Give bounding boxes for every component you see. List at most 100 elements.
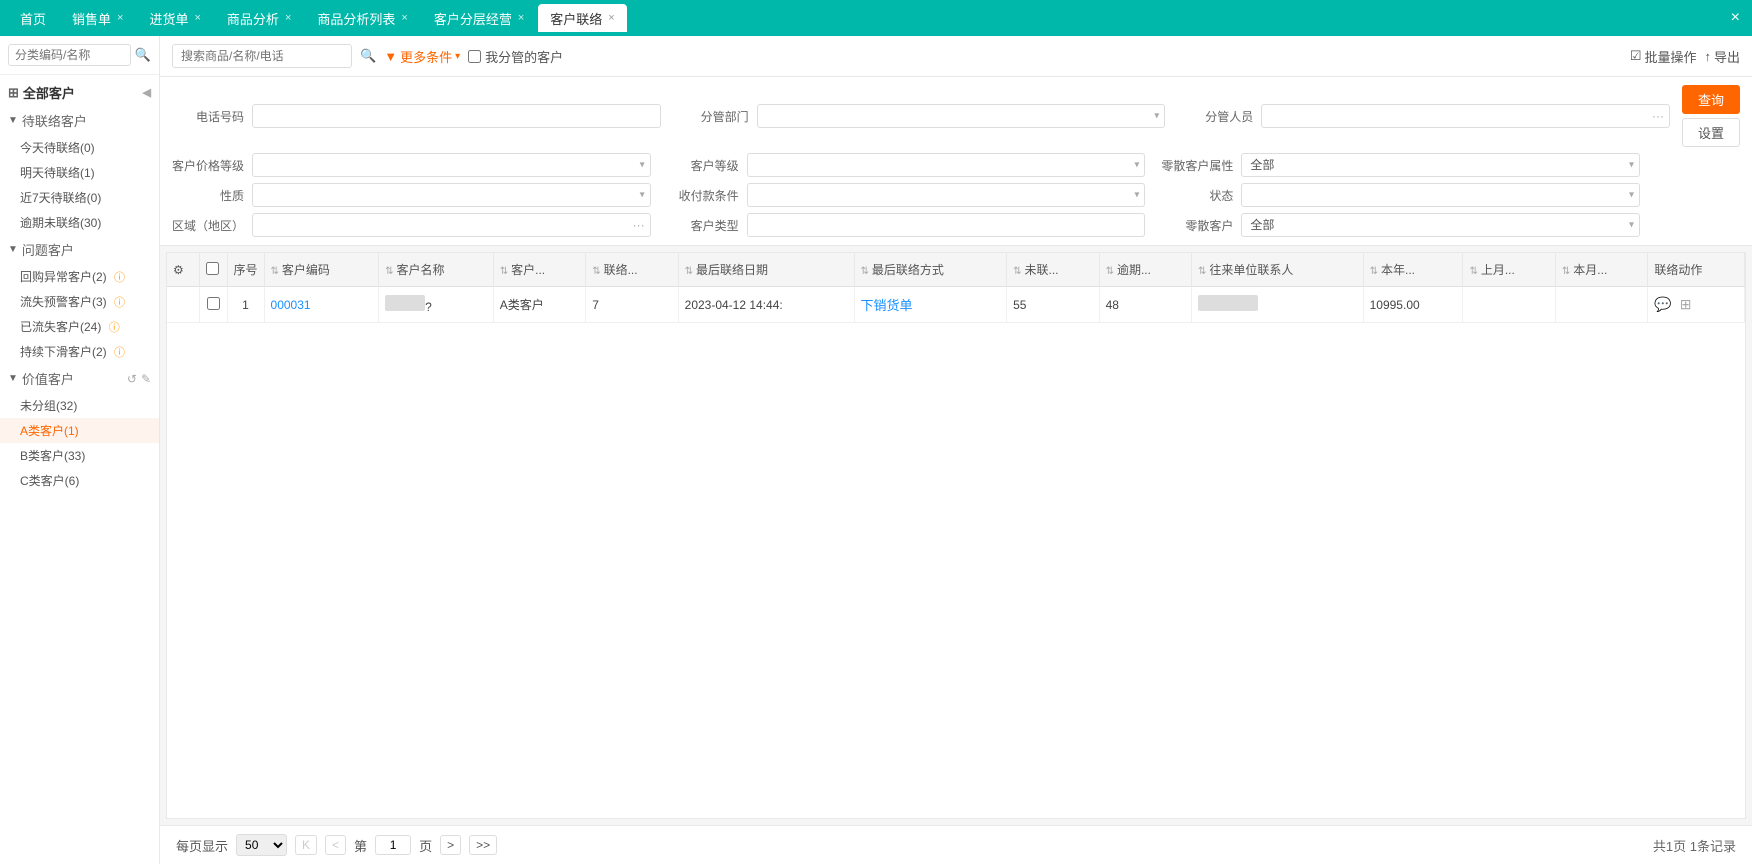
nav-tab-customer-contact-close[interactable]: × (608, 12, 614, 24)
last-contact-method-link[interactable]: 下销货单 (861, 298, 913, 313)
retail-attr-select[interactable]: 全部 (1241, 153, 1640, 177)
retail-attr-label: 零散客户属性 (1161, 157, 1241, 174)
sidebar-group-value-customers[interactable]: ▼ 价值客户 ↺ ✎ (0, 364, 159, 393)
nav-tab-goods-analysis-close[interactable]: × (285, 12, 291, 24)
sidebar-item-repurchase-abnormal[interactable]: 回购异常客户(2) ⓘ (0, 264, 159, 289)
sidebar-item-churned[interactable]: 已流失客户(24) ⓘ (0, 314, 159, 339)
next-page-button[interactable]: > (440, 835, 461, 855)
pagination-bar: 每页显示 50 100 200 K < 第 页 > >> 共1页 1条记录 (160, 825, 1752, 864)
sidebar-item-today-pending[interactable]: 今天待联络(0) (0, 135, 159, 160)
sort-icon-overdue: ⇅ (1106, 266, 1114, 277)
batch-op-button[interactable]: ☑ 批量操作 (1630, 47, 1697, 66)
col-last-method[interactable]: ⇅最后联络方式 (854, 253, 1007, 287)
sidebar-item-churn-warning[interactable]: 流失预警客户(3) ⓘ (0, 289, 159, 314)
query-button[interactable]: 查询 (1682, 85, 1740, 114)
manager-filter-input[interactable] (1261, 104, 1670, 128)
nav-tab-sales[interactable]: 销售单 × (60, 4, 135, 32)
total-records: 共1页 1条记录 (1653, 836, 1736, 855)
manager-filter-wrap: ··· (1261, 104, 1670, 128)
nav-tab-customer-contact[interactable]: 客户联络 × (538, 4, 626, 32)
col-gear[interactable]: ⚙ (167, 253, 199, 287)
customer-tier-select[interactable] (747, 153, 1146, 177)
dept-filter-select[interactable] (757, 104, 1166, 128)
sort-icon-code: ⇅ (271, 266, 279, 277)
page-number-input[interactable] (375, 835, 411, 855)
phone-filter-input[interactable] (252, 104, 661, 128)
row-last-month (1463, 287, 1555, 323)
col-this-year[interactable]: ⇅本年... (1363, 253, 1463, 287)
value-customers-refresh-icon[interactable]: ↺ (127, 372, 137, 386)
nav-tab-customer-tier[interactable]: 客户分层经营 × (422, 4, 536, 32)
export-button[interactable]: ↑ 导出 (1704, 47, 1740, 66)
col-last-date[interactable]: ⇅最后联络日期 (678, 253, 854, 287)
col-type[interactable]: ⇅客户... (493, 253, 585, 287)
col-contact-person[interactable]: ⇅往来单位联系人 (1192, 253, 1364, 287)
nature-select[interactable] (252, 183, 651, 207)
col-code[interactable]: ⇅客户编码 (264, 253, 379, 287)
set-button[interactable]: 设置 (1682, 118, 1740, 147)
sidebar-collapse-icon[interactable]: ◀ (143, 86, 151, 99)
col-un-contact[interactable]: ⇅未联... (1007, 253, 1099, 287)
more-filters-button[interactable]: ▼ 更多条件 ▾ (384, 47, 460, 66)
retail-customer-select[interactable]: 全部 (1241, 213, 1640, 237)
price-tier-select[interactable] (252, 153, 651, 177)
row-last-contact-method[interactable]: 下销货单 (854, 287, 1007, 323)
sidebar-item-overdue-contact[interactable]: 逾期未联络(30) (0, 210, 159, 235)
my-customers-checkbox[interactable] (468, 50, 481, 63)
sidebar-item-b-class[interactable]: B类客户(33) (0, 443, 159, 468)
value-customers-edit-icon[interactable]: ✎ (141, 372, 151, 386)
page-size-select[interactable]: 50 100 200 (236, 834, 287, 856)
name-blur-placeholder (385, 295, 425, 311)
retail-customer-wrap: 全部 ▾ (1241, 213, 1640, 237)
sidebar-item-tomorrow-pending[interactable]: 明天待联络(1) (0, 160, 159, 185)
sort-icon-contact-count: ⇅ (592, 266, 600, 277)
sidebar-item-ungrouped[interactable]: 未分组(32) (0, 393, 159, 418)
select-all-checkbox[interactable] (206, 262, 219, 275)
link-action-icon[interactable]: ⊞ (1680, 296, 1692, 313)
nav-tab-purchase[interactable]: 进货单 × (137, 4, 212, 32)
warn-icon-2: ⓘ (114, 297, 125, 309)
last-page-button[interactable]: >> (469, 835, 497, 855)
col-last-month[interactable]: ⇅上月... (1463, 253, 1555, 287)
customer-type-input[interactable] (747, 213, 1146, 237)
sidebar-group-problem-customers[interactable]: ▼ 问题客户 (0, 235, 159, 264)
sidebar-group-pending-contact[interactable]: ▼ 待联络客户 (0, 106, 159, 135)
search-button[interactable]: 🔍 (360, 48, 376, 64)
nav-tab-home[interactable]: 首页 (8, 4, 58, 32)
payment-select[interactable] (747, 183, 1146, 207)
sidebar-search-input[interactable] (8, 44, 131, 66)
nav-tab-goods-analysis[interactable]: 商品分析 × (215, 4, 303, 32)
nav-tab-goods-analysis-list-close[interactable]: × (401, 12, 407, 24)
close-all-tabs-button[interactable]: × (1727, 5, 1744, 31)
chat-action-icon[interactable]: 💬 (1654, 296, 1671, 313)
sidebar-item-a-class[interactable]: A类客户(1) (0, 418, 159, 443)
nav-tab-purchase-close[interactable]: × (194, 12, 200, 24)
all-customers-header[interactable]: ⊞ 全部客户 ◀ (0, 75, 159, 106)
chevron-down-icon: ▾ (455, 51, 460, 62)
col-checkbox[interactable] (199, 253, 227, 287)
phone-filter-label: 电话号码 (172, 108, 252, 125)
row-code[interactable]: 000031 (264, 287, 379, 323)
row-checkbox[interactable] (207, 297, 220, 310)
nav-tab-customer-tier-close[interactable]: × (518, 12, 524, 24)
nav-tab-goods-analysis-list[interactable]: 商品分析列表 × (305, 4, 419, 32)
col-name[interactable]: ⇅客户名称 (379, 253, 494, 287)
nature-label: 性质 (172, 187, 252, 204)
prev-page-button[interactable]: < (325, 835, 346, 855)
sidebar-search-icon[interactable]: 🔍 (135, 47, 151, 63)
status-select[interactable] (1241, 183, 1640, 207)
first-page-button[interactable]: K (295, 835, 317, 855)
region-input[interactable] (252, 213, 651, 237)
nav-tab-sales-close[interactable]: × (117, 12, 123, 24)
row-checkbox-cell[interactable] (199, 287, 227, 323)
page-size-label: 每页显示 (176, 836, 228, 855)
sidebar-item-declining[interactable]: 持续下滑客户(2) ⓘ (0, 339, 159, 364)
more-filters-label: 更多条件 (400, 47, 452, 66)
sidebar-item-c-class[interactable]: C类客户(6) (0, 468, 159, 493)
col-contact-count[interactable]: ⇅联络... (586, 253, 678, 287)
search-input[interactable] (172, 44, 352, 68)
sidebar-item-7day-pending[interactable]: 近7天待联络(0) (0, 185, 159, 210)
payment-label: 收付款条件 (667, 187, 747, 204)
col-overdue[interactable]: ⇅逾期... (1099, 253, 1191, 287)
col-this-month[interactable]: ⇅本月... (1555, 253, 1647, 287)
